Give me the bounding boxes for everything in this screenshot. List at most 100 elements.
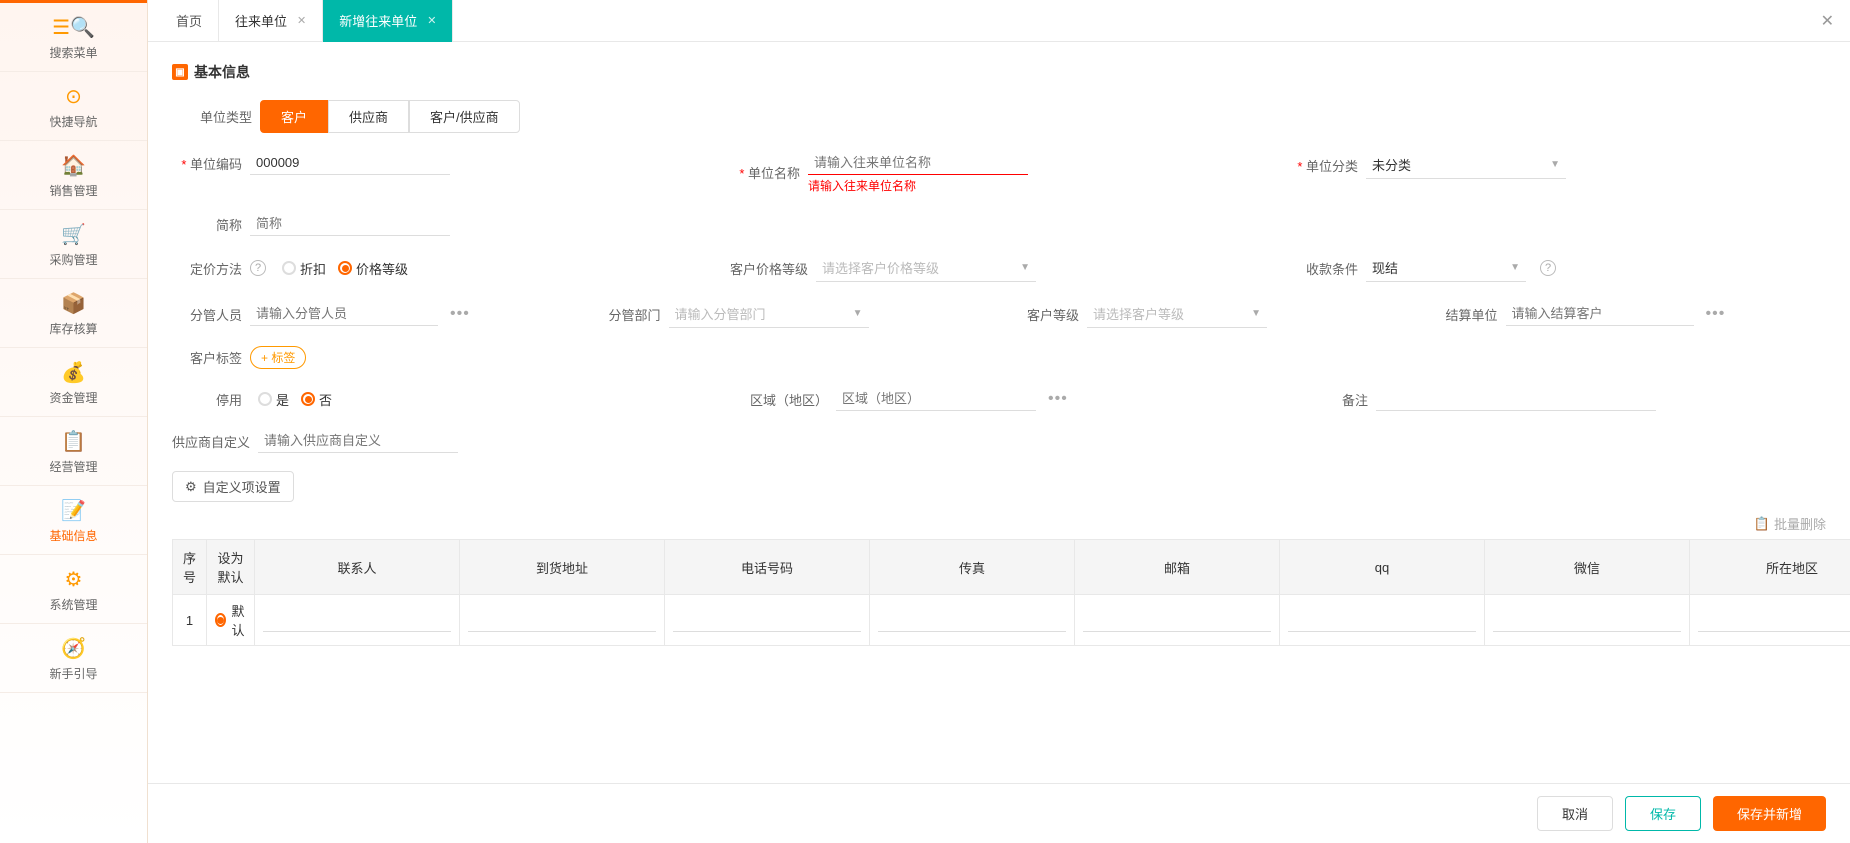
radio-stop-no[interactable]: 否 (301, 390, 332, 409)
sidebar-item-search[interactable]: ☰🔍 搜索菜单 (0, 3, 147, 72)
unit-type-both[interactable]: 客户/供应商 (409, 100, 520, 133)
sidebar-item-label: 基础信息 (49, 527, 97, 544)
area-group: 区域（地区） ••• (750, 387, 1278, 411)
table-row: 1 默认 (173, 595, 1850, 646)
tab-new-counterpart[interactable]: 新增往来单位 ✕ (323, 0, 453, 42)
tab-counterpart[interactable]: 往来单位 ✕ (219, 0, 323, 42)
section-header: ▣ 基本信息 (172, 62, 1826, 82)
col-region: 所在地区 (1690, 540, 1850, 595)
customer-price-select[interactable]: 请选择客户价格等级 ▼ (816, 254, 1036, 282)
area-input[interactable] (836, 387, 1036, 411)
form-area: ▣ 基本信息 单位类型 客户 供应商 客户/供应商 单位编码 单位名称 请输入往… (148, 42, 1850, 783)
payment-terms-label: 收款条件 (1288, 259, 1358, 278)
sidebar-item-system[interactable]: ⚙ 系统管理 (0, 555, 147, 624)
dept-select[interactable]: 请输入分管部门 ▼ (669, 300, 869, 328)
sidebar-item-inventory[interactable]: 📦 库存核算 (0, 279, 147, 348)
stop-radio-group: 是 否 (258, 390, 332, 409)
sidebar-item-label: 新手引导 (49, 665, 97, 682)
area-more-icon[interactable]: ••• (1048, 390, 1068, 408)
row-contact[interactable] (255, 595, 460, 646)
section-icon: ▣ (172, 64, 188, 80)
main-area: 首页 往来单位 ✕ 新增往来单位 ✕ ✕ ▣ 基本信息 单位类型 客户 供应商 … (148, 0, 1850, 843)
pricing-help-icon[interactable]: ? (250, 260, 266, 276)
row-region[interactable] (1690, 595, 1850, 646)
sidebar: ☰🔍 搜索菜单 ⊙ 快捷导航 🏠 销售管理 🛒 采购管理 📦 库存核算 💰 资金… (0, 0, 148, 843)
col-wechat: 微信 (1485, 540, 1690, 595)
customer-tag-label: 客户标签 (172, 348, 242, 367)
customer-price-placeholder: 请选择客户价格等级 (822, 258, 1016, 277)
batch-delete-area: 📋 批量删除 (172, 514, 1826, 533)
cancel-button[interactable]: 取消 (1537, 796, 1613, 831)
finance-icon: 💰 (61, 360, 86, 385)
row-fax[interactable] (870, 595, 1075, 646)
radio-grade[interactable]: 价格等级 (338, 259, 408, 278)
save-button[interactable]: 保存 (1625, 796, 1701, 831)
customer-level-select[interactable]: 请选择客户等级 ▼ (1087, 300, 1267, 328)
sidebar-item-operation[interactable]: 📋 经营管理 (0, 417, 147, 486)
row-qq[interactable] (1280, 595, 1485, 646)
chevron-icon4: ▼ (853, 308, 863, 319)
manager-input[interactable] (250, 302, 438, 326)
unit-type-supplier[interactable]: 供应商 (328, 100, 409, 133)
payment-terms-value: 现结 (1372, 258, 1506, 277)
chevron-icon3: ▼ (1510, 262, 1520, 273)
sidebar-item-label: 经营管理 (49, 458, 97, 475)
sidebar-item-label: 系统管理 (49, 596, 97, 613)
radio-stop-yes-circle (258, 392, 272, 406)
remark-input[interactable] (1376, 387, 1656, 411)
gear-icon: ⚙ (185, 479, 197, 495)
sidebar-item-guide[interactable]: 🧭 新手引导 (0, 624, 147, 693)
add-tag-button[interactable]: + 标签 (250, 346, 306, 369)
row-email[interactable] (1075, 595, 1280, 646)
row-default-radio[interactable]: 默认 (215, 601, 246, 639)
dept-label: 分管部门 (591, 305, 661, 324)
radio-stop-no-circle (301, 392, 315, 406)
sidebar-item-quick-nav[interactable]: ⊙ 快捷导航 (0, 72, 147, 141)
radio-discount[interactable]: 折扣 (282, 259, 326, 278)
close-all-tabs[interactable]: ✕ (1821, 11, 1834, 31)
settlement-more-icon[interactable]: ••• (1706, 305, 1726, 323)
radio-stop-yes[interactable]: 是 (258, 390, 289, 409)
chevron-icon: ▼ (1550, 159, 1560, 170)
sidebar-item-finance[interactable]: 💰 资金管理 (0, 348, 147, 417)
pricing-method-group: 定价方法 ? 折扣 价格等级 (172, 259, 710, 278)
col-contact: 联系人 (255, 540, 460, 595)
sidebar-item-purchase[interactable]: 🛒 采购管理 (0, 210, 147, 279)
unit-code-group: 单位编码 (172, 151, 710, 175)
save-new-button[interactable]: 保存并新增 (1713, 796, 1826, 831)
unit-type-customer[interactable]: 客户 (260, 100, 328, 133)
col-address: 到货地址 (460, 540, 665, 595)
settlement-unit-input[interactable] (1506, 302, 1694, 326)
pricing-method-label: 定价方法 (172, 259, 242, 278)
manager-more-icon[interactable]: ••• (450, 305, 470, 323)
search-icon: ☰🔍 (52, 15, 95, 40)
radio-grade-circle (338, 261, 352, 275)
unit-category-select[interactable]: 未分类 ▼ (1366, 151, 1566, 179)
tab-bar: 首页 往来单位 ✕ 新增往来单位 ✕ ✕ (148, 0, 1850, 42)
settlement-unit-label: 结算单位 (1428, 305, 1498, 324)
row-address[interactable] (460, 595, 665, 646)
sidebar-item-sales[interactable]: 🏠 销售管理 (0, 141, 147, 210)
col-default: 设为默认 (207, 540, 255, 595)
unit-code-input[interactable] (250, 151, 450, 175)
batch-delete-label[interactable]: 批量删除 (1774, 514, 1826, 533)
row-wechat[interactable] (1485, 595, 1690, 646)
radio-discount-circle (282, 261, 296, 275)
tab-home[interactable]: 首页 (160, 0, 219, 42)
supplier-custom-input[interactable] (258, 429, 458, 453)
close-tab-counterpart[interactable]: ✕ (297, 14, 306, 27)
row-phone[interactable] (665, 595, 870, 646)
unit-name-input[interactable] (808, 151, 1028, 175)
section-title: 基本信息 (194, 62, 250, 82)
pricing-radio-group: 折扣 价格等级 (282, 259, 408, 278)
sidebar-item-basic[interactable]: 📝 基础信息 (0, 486, 147, 555)
radio-grade-dot (342, 265, 349, 272)
short-name-group: 简称 (172, 212, 1826, 236)
payment-terms-select[interactable]: 现结 ▼ (1366, 254, 1526, 282)
short-name-input[interactable] (250, 212, 450, 236)
customer-level-group: 客户等级 请选择客户等级 ▼ (1009, 300, 1408, 328)
remark-group: 备注 (1298, 387, 1826, 411)
payment-terms-help-icon[interactable]: ? (1540, 260, 1556, 276)
custom-settings-button[interactable]: ⚙ 自定义项设置 (172, 471, 294, 502)
close-tab-new-counterpart[interactable]: ✕ (427, 14, 436, 27)
